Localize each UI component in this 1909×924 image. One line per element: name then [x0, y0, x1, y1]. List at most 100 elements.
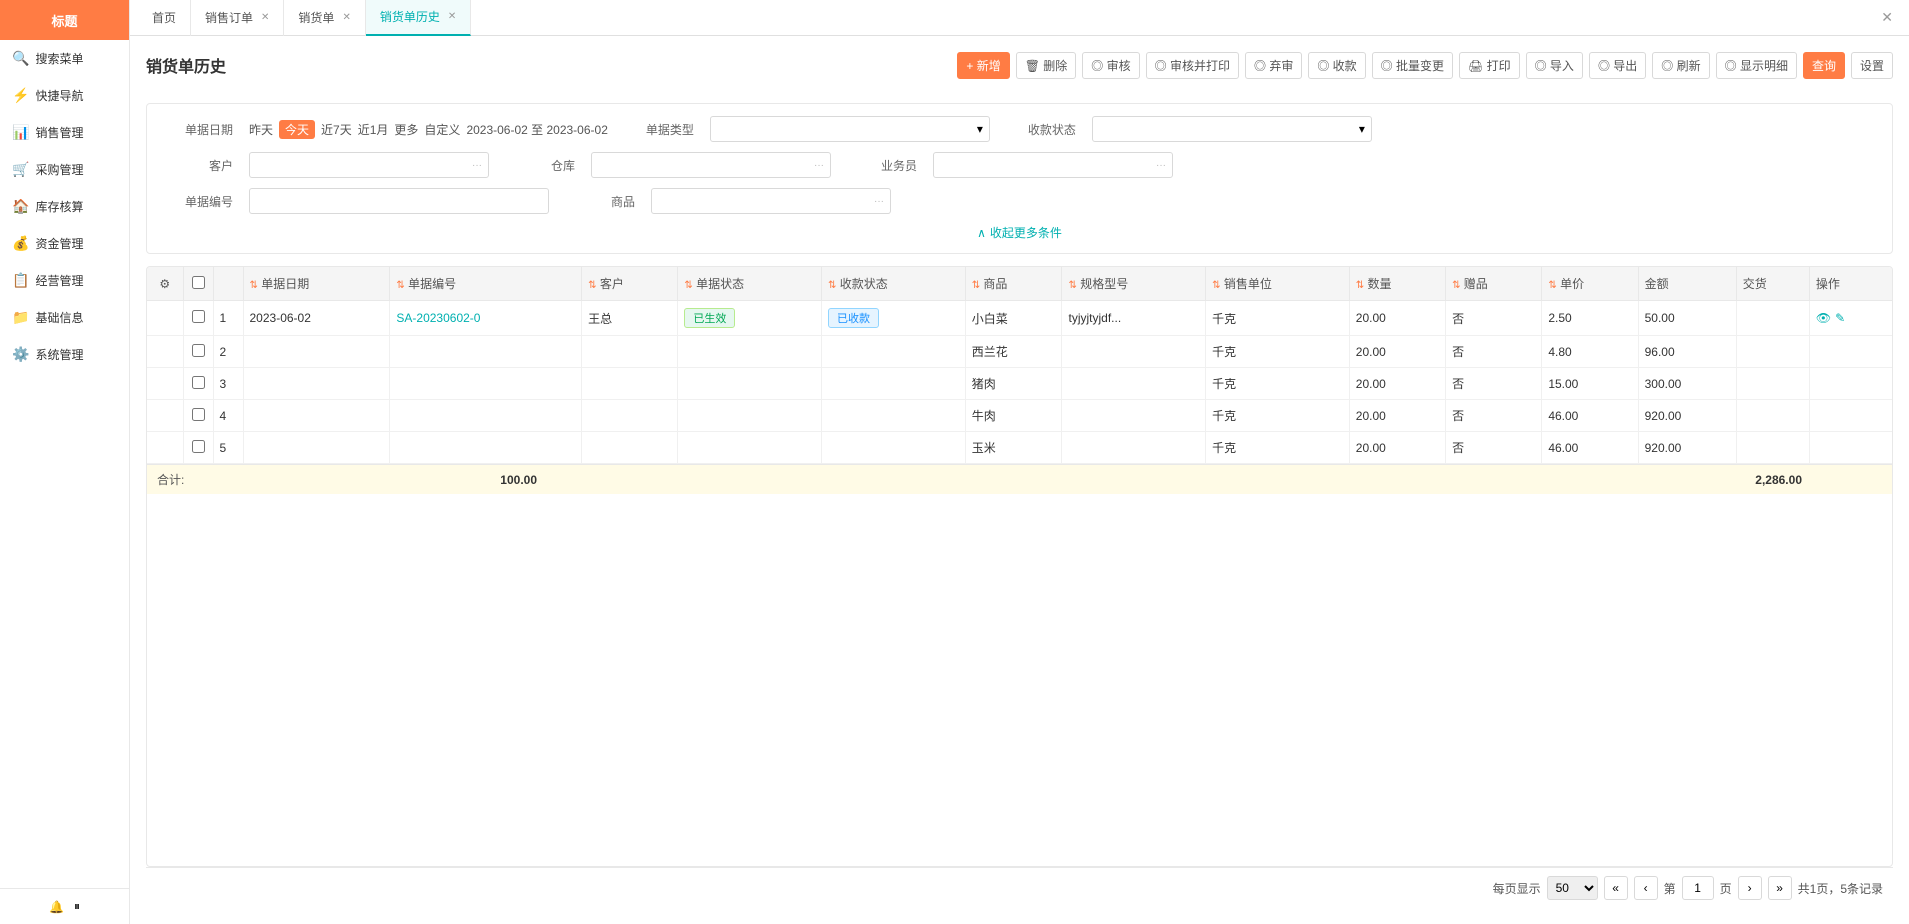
select-all-checkbox[interactable]	[192, 276, 205, 289]
td-checkbox[interactable]	[183, 368, 213, 400]
th-gift[interactable]: ⇅ 赠品	[1446, 267, 1542, 301]
row-checkbox[interactable]	[192, 408, 205, 421]
tab-close-sales-order[interactable]: ✕	[261, 12, 269, 23]
print-button[interactable]: 🖨 打印	[1459, 52, 1520, 79]
doc-no-label: 单据编号	[163, 193, 233, 210]
tab-sales-order[interactable]: 销售订单 ✕	[191, 0, 284, 36]
th-goods[interactable]: ⇅ 商品	[965, 267, 1062, 301]
td-checkbox[interactable]	[183, 336, 213, 368]
th-doc-no[interactable]: ⇅ 单据编号	[390, 267, 582, 301]
td-goods: 猪肉	[965, 368, 1062, 400]
td-doc-no[interactable]	[390, 336, 582, 368]
warehouse-select[interactable]: ···	[591, 152, 831, 178]
tab-close-sales-history[interactable]: ✕	[448, 11, 456, 22]
td-date	[243, 400, 390, 432]
table-row: 4 牛肉 千克 20.00 否 46.00 920.00	[147, 400, 1892, 432]
td-doc-status	[678, 432, 822, 464]
display-detail-button[interactable]: ◎ 显示明细	[1716, 52, 1797, 79]
sidebar-item-quick-nav[interactable]: ⚡ 快捷导航	[0, 77, 129, 114]
goods-select[interactable]: ···	[651, 188, 891, 214]
th-customer[interactable]: ⇅ 客户	[582, 267, 678, 301]
staff-label: 业务员	[847, 157, 917, 174]
last-page-button[interactable]: »	[1768, 876, 1792, 900]
th-spec[interactable]: ⇅ 规格型号	[1062, 267, 1206, 301]
collect-button[interactable]: ◎ 收款	[1308, 52, 1365, 79]
collapse-button[interactable]: ∧ 收起更多条件	[163, 224, 1876, 241]
doc-no-input[interactable]	[249, 188, 549, 214]
th-unit[interactable]: ⇅ 销售单位	[1206, 267, 1350, 301]
import-button[interactable]: ◎ 导入	[1526, 52, 1583, 79]
row-checkbox[interactable]	[192, 376, 205, 389]
sidebar-item-purchase-mgmt[interactable]: 🛒 采购管理	[0, 151, 129, 188]
th-amount[interactable]: 金额	[1638, 267, 1736, 301]
batch-change-button[interactable]: ◎ 批量变更	[1372, 52, 1453, 79]
settings-button[interactable]: 设置	[1851, 52, 1893, 79]
sidebar-item-operations-mgmt[interactable]: 📋 经营管理	[0, 262, 129, 299]
chevron-down-icon: ▾	[977, 122, 983, 136]
delete-button[interactable]: 🗑 删除	[1016, 52, 1077, 79]
sidebar-bottom-icon2[interactable]: ⏸	[74, 899, 80, 914]
date-today[interactable]: 今天	[279, 120, 315, 139]
date-1month[interactable]: 近1月	[358, 121, 389, 138]
staff-select[interactable]: ···	[933, 152, 1173, 178]
new-button[interactable]: + 新增	[957, 52, 1009, 79]
tab-sales-delivery[interactable]: 销货单 ✕	[284, 0, 365, 36]
total-label: 合计:	[157, 471, 337, 488]
sidebar-item-inventory-calc[interactable]: 🏠 库存核算	[0, 188, 129, 225]
per-page-select[interactable]: 50 100 200	[1547, 876, 1598, 900]
th-doc-status[interactable]: ⇅ 单据状态	[678, 267, 822, 301]
tab-close-sales-delivery[interactable]: ✕	[342, 12, 350, 23]
th-payment-status[interactable]: ⇅ 收款状态	[822, 267, 966, 301]
export-button[interactable]: ◎ 导出	[1589, 52, 1646, 79]
td-unit: 千克	[1206, 301, 1350, 336]
sidebar-item-search-menu[interactable]: 🔍 搜索菜单	[0, 40, 129, 77]
audit-button[interactable]: ◎ 审核	[1082, 52, 1139, 79]
sidebar-item-basic-info[interactable]: 📁 基础信息	[0, 299, 129, 336]
payment-status-select[interactable]: ▾	[1092, 116, 1372, 142]
next-page-button[interactable]: ›	[1738, 876, 1762, 900]
window-close-button[interactable]: ✕	[1873, 5, 1901, 30]
row-checkbox[interactable]	[192, 440, 205, 453]
customer-select[interactable]: ···	[249, 152, 489, 178]
th-qty[interactable]: ⇅ 数量	[1349, 267, 1445, 301]
sidebar-item-system-mgmt[interactable]: ⚙️ 系统管理	[0, 336, 129, 373]
td-checkbox[interactable]	[183, 432, 213, 464]
td-checkbox[interactable]	[183, 301, 213, 336]
row-checkbox[interactable]	[192, 344, 205, 357]
td-date	[243, 336, 390, 368]
doc-type-select[interactable]: ▾	[710, 116, 990, 142]
th-trade[interactable]: 交货	[1736, 267, 1809, 301]
first-page-button[interactable]: «	[1604, 876, 1628, 900]
abandon-button[interactable]: ◎ 弃审	[1245, 52, 1302, 79]
td-doc-no[interactable]: SA-20230602-0	[390, 301, 582, 336]
view-action[interactable]: 👁	[1816, 311, 1831, 325]
query-button[interactable]: 查询	[1803, 52, 1845, 79]
td-doc-no[interactable]	[390, 368, 582, 400]
sidebar-item-sales-mgmt[interactable]: 📊 销售管理	[0, 114, 129, 151]
td-doc-no[interactable]	[390, 432, 582, 464]
edit-action[interactable]: ✎	[1835, 311, 1845, 325]
date-7days[interactable]: 近7天	[321, 121, 352, 138]
th-date[interactable]: ⇅ 单据日期	[243, 267, 390, 301]
date-more[interactable]: 更多	[394, 121, 418, 138]
row-checkbox[interactable]	[192, 310, 205, 323]
td-doc-no[interactable]	[390, 400, 582, 432]
th-price[interactable]: ⇅ 单价	[1542, 267, 1638, 301]
audit-print-button[interactable]: ◎ 审核并打印	[1146, 52, 1239, 79]
td-payment-status: 已收款	[822, 301, 966, 336]
sidebar-item-finance-mgmt[interactable]: 💰 资金管理	[0, 225, 129, 262]
th-checkbox[interactable]	[183, 267, 213, 301]
refresh-button[interactable]: ◎ 刷新	[1652, 52, 1709, 79]
date-yesterday[interactable]: 昨天	[249, 121, 273, 138]
td-price: 46.00	[1542, 400, 1638, 432]
tab-home[interactable]: 首页	[138, 0, 191, 36]
prev-page-button[interactable]: ‹	[1634, 876, 1658, 900]
operations-mgmt-icon: 📋	[12, 272, 29, 289]
td-checkbox[interactable]	[183, 400, 213, 432]
tab-sales-history[interactable]: 销货单历史 ✕	[366, 0, 471, 36]
sidebar-bottom-icon1[interactable]: 🔔	[49, 900, 64, 914]
th-settings[interactable]: ⚙	[147, 267, 183, 301]
td-gift: 否	[1446, 432, 1542, 464]
current-page-input[interactable]	[1682, 876, 1714, 900]
date-custom[interactable]: 自定义	[424, 121, 460, 138]
